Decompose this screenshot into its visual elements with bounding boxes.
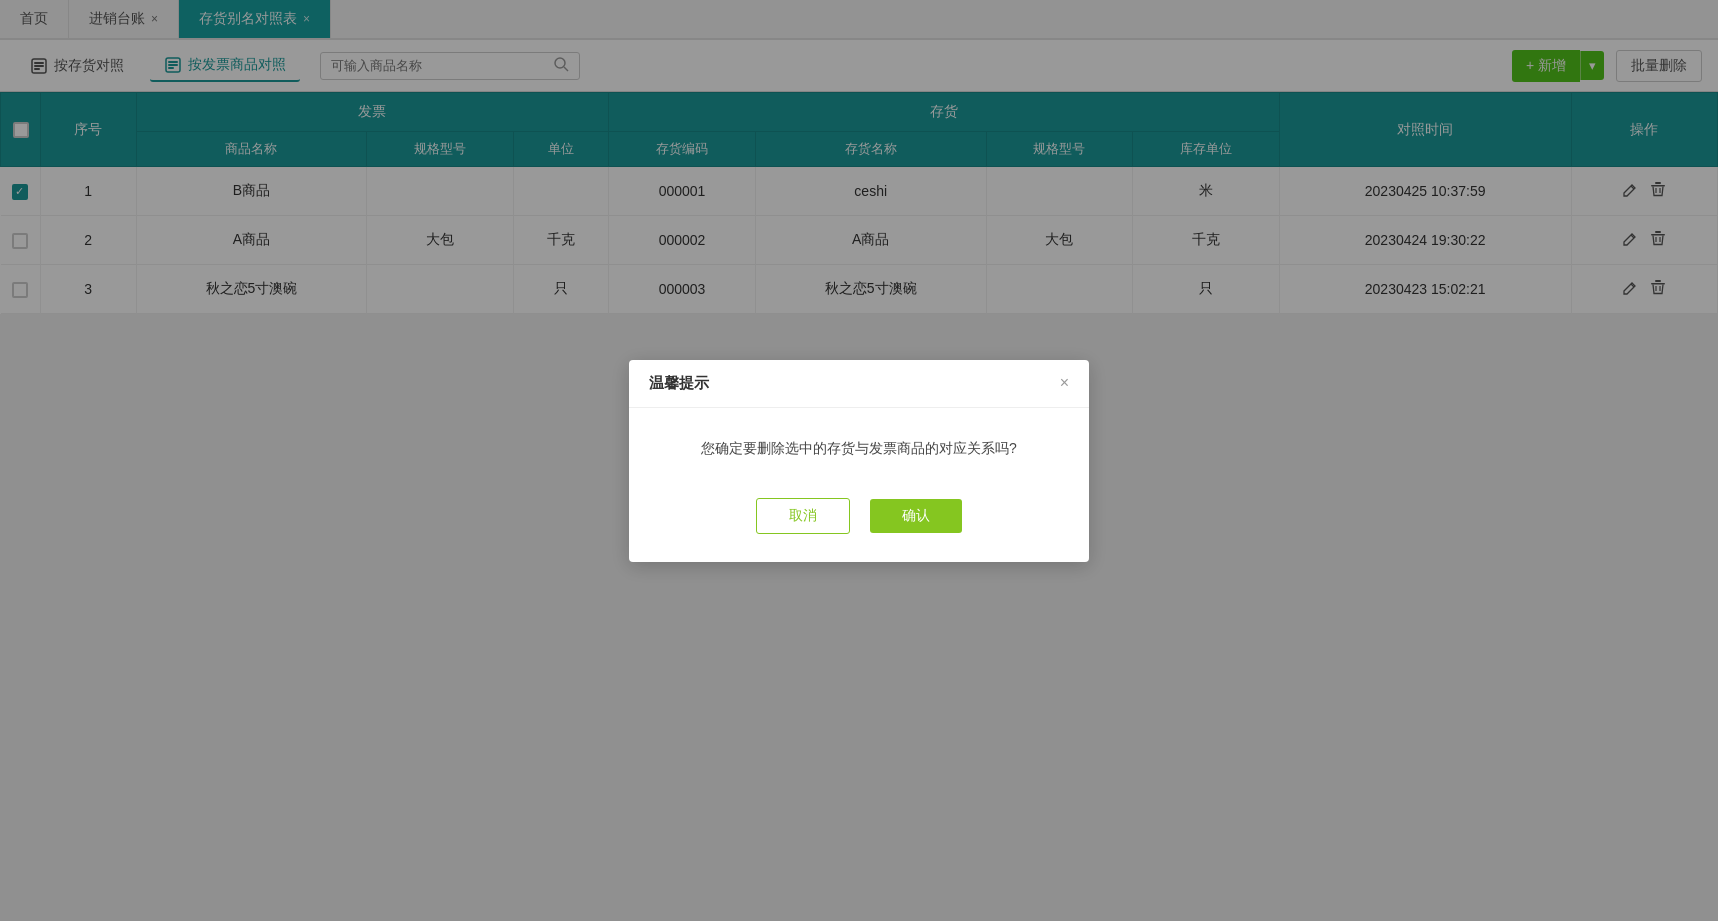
overlay: 温馨提示 × 您确定要删除选中的存货与发票商品的对应关系吗? 取消 确认 [0, 0, 1718, 314]
